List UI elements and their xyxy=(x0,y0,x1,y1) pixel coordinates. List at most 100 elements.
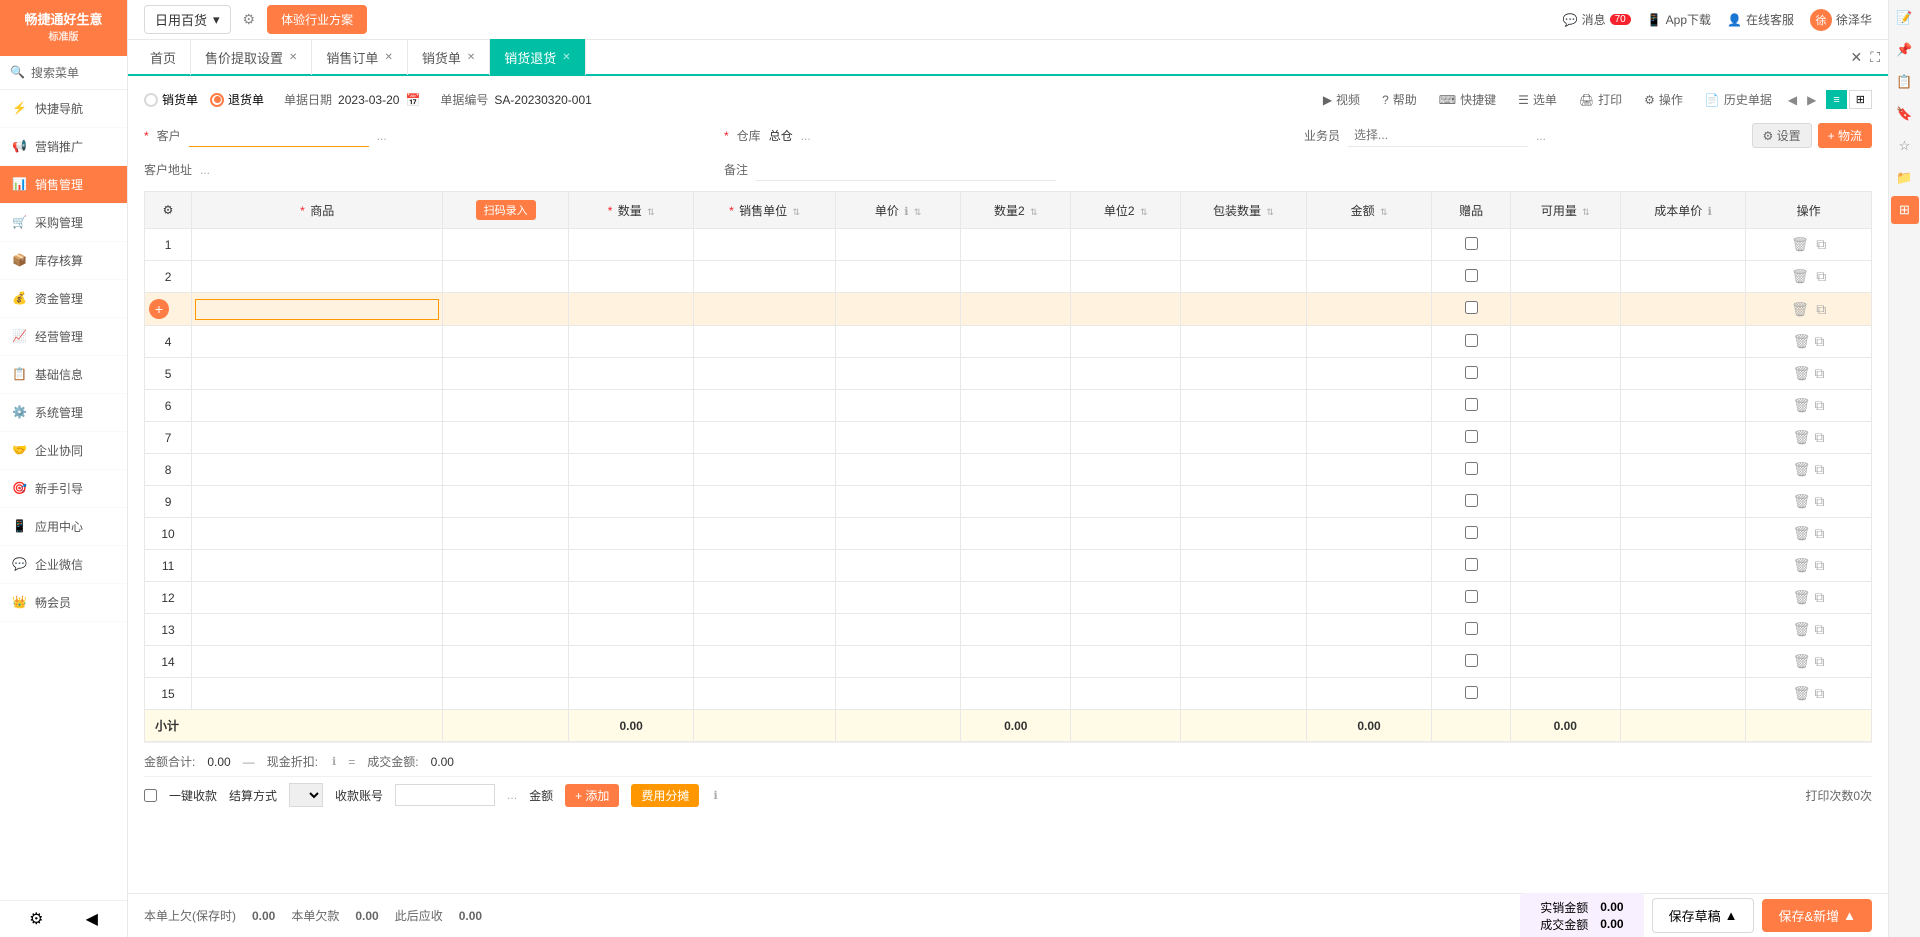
info-icon[interactable]: ℹ xyxy=(1708,206,1712,218)
delete-icon[interactable]: 🗑 xyxy=(1793,365,1811,381)
delete-icon[interactable]: 🗑 xyxy=(1793,525,1811,541)
delete-icon[interactable]: 🗑 xyxy=(1793,461,1811,477)
video-btn[interactable]: ▶ 视频 xyxy=(1317,88,1366,111)
sidebar-item-wechat[interactable]: 💬 企业微信 xyxy=(0,546,127,584)
delete-icon[interactable]: 🗑 xyxy=(1791,301,1809,317)
gift-checkbox[interactable] xyxy=(1465,269,1478,282)
avail-cell[interactable] xyxy=(1510,293,1620,326)
sidebar-item-sales[interactable]: 📊 销售管理 xyxy=(0,166,127,204)
customer-input[interactable] xyxy=(189,124,369,147)
avail-cell[interactable] xyxy=(1510,261,1620,293)
calendar-icon[interactable]: 📅 xyxy=(405,93,420,107)
unit2-cell[interactable] xyxy=(1071,229,1181,261)
sidebar-item-purchase[interactable]: 🛒 采购管理 xyxy=(0,204,127,242)
info-icon[interactable]: ℹ xyxy=(904,206,908,218)
sidebar-item-finance[interactable]: 💰 资金管理 xyxy=(0,280,127,318)
add-account-btn[interactable]: + 添加 xyxy=(565,784,619,807)
col-scan[interactable]: 扫码录入 xyxy=(443,192,569,229)
gift-checkbox[interactable] xyxy=(1465,494,1478,507)
delete-icon[interactable]: 🗑 xyxy=(1793,333,1811,349)
copy-icon[interactable]: ⧉ xyxy=(1815,685,1825,701)
shortcut-keys-btn[interactable]: ⌨ 快捷键 xyxy=(1433,88,1502,111)
history-btn[interactable]: 📄 历史单据 xyxy=(1699,88,1778,111)
amount-cell[interactable] xyxy=(1306,261,1432,293)
tab-maximize-icon[interactable]: ⛶ xyxy=(1870,49,1880,66)
unit-cell[interactable] xyxy=(694,261,835,293)
gift-checkbox[interactable] xyxy=(1465,237,1478,250)
pack-cell[interactable] xyxy=(1181,229,1307,261)
copy-icon[interactable]: ⧉ xyxy=(1815,557,1825,573)
scan-btn[interactable]: 扫码录入 xyxy=(476,200,536,220)
delete-icon[interactable]: 🗑 xyxy=(1793,653,1811,669)
sidebar-item-inventory[interactable]: 📦 库存核算 xyxy=(0,242,127,280)
sidebar-item-app[interactable]: 📱 应用中心 xyxy=(0,508,127,546)
close-icon[interactable]: ✕ xyxy=(384,52,392,63)
copy-icon[interactable]: ⧉ xyxy=(1816,268,1826,284)
gift-checkbox[interactable] xyxy=(1465,398,1478,411)
copy-icon[interactable]: ⧉ xyxy=(1815,429,1825,445)
fee-split-btn[interactable]: 费用分摊 xyxy=(631,784,699,807)
fee-info-icon[interactable]: ℹ xyxy=(713,789,717,802)
copy-icon[interactable]: ⧉ xyxy=(1815,461,1825,477)
sidebar-item-marketing[interactable]: 📢 营销推广 xyxy=(0,128,127,166)
gift-cell[interactable] xyxy=(1432,229,1511,261)
list-view-btn[interactable]: ≡ xyxy=(1826,90,1846,109)
app-download-btn[interactable]: 📱 App下载 xyxy=(1647,11,1711,28)
copy-icon[interactable]: ⧉ xyxy=(1815,493,1825,509)
add-row-btn[interactable]: + xyxy=(149,299,169,319)
delete-icon[interactable]: 🗑 xyxy=(1793,557,1811,573)
prev-record-icon[interactable]: ◀ xyxy=(1788,93,1797,107)
account-input[interactable] xyxy=(395,784,495,806)
gift-checkbox[interactable] xyxy=(1465,622,1478,635)
one-click-checkbox[interactable] xyxy=(144,789,157,802)
delete-icon[interactable]: 🗑 xyxy=(1791,236,1809,252)
select-order-btn[interactable]: ☰ 选单 xyxy=(1512,88,1563,111)
message-btn[interactable]: 💬 消息 70 xyxy=(1563,11,1631,28)
pack-cell[interactable] xyxy=(1181,261,1307,293)
qty2-cell[interactable] xyxy=(961,261,1071,293)
grid-view-btn[interactable]: ⊞ xyxy=(1849,90,1872,109)
qty-cell[interactable] xyxy=(568,293,694,326)
add-logistics-btn[interactable]: + 物流 xyxy=(1818,123,1872,148)
qty2-cell[interactable] xyxy=(961,293,1071,326)
online-service-btn[interactable]: 👤 在线客服 xyxy=(1727,11,1794,28)
copy-icon[interactable]: ⧉ xyxy=(1815,621,1825,637)
copy-icon[interactable]: ⧉ xyxy=(1815,365,1825,381)
unit2-cell[interactable] xyxy=(1071,293,1181,326)
tab-sales-return[interactable]: 销货退货 ✕ xyxy=(490,39,585,75)
gift-checkbox[interactable] xyxy=(1465,430,1478,443)
pack-cell[interactable] xyxy=(1181,293,1307,326)
gift-checkbox[interactable] xyxy=(1465,558,1478,571)
experience-btn[interactable]: 体验行业方案 xyxy=(267,5,367,34)
gift-cell[interactable] xyxy=(1432,293,1511,326)
cost-cell[interactable] xyxy=(1620,261,1746,293)
next-record-icon[interactable]: ▶ xyxy=(1807,93,1816,107)
remark-input[interactable] xyxy=(756,158,1056,181)
close-icon[interactable]: ✕ xyxy=(467,52,475,63)
price-cell[interactable] xyxy=(835,229,961,261)
copy-icon[interactable]: ⧉ xyxy=(1815,397,1825,413)
cost-cell[interactable] xyxy=(1620,293,1746,326)
qty-cell[interactable] xyxy=(568,261,694,293)
sidebar-item-shortcut[interactable]: ⚡ 快捷导航 xyxy=(0,90,127,128)
gift-checkbox[interactable] xyxy=(1465,686,1478,699)
panel-item-3[interactable]: 📋 xyxy=(1891,68,1919,96)
calc-method-select[interactable] xyxy=(289,783,323,807)
sidebar-item-cooperation[interactable]: 🤝 企业协同 xyxy=(0,432,127,470)
sidebar-logo[interactable]: 畅捷通好生意 标准版 xyxy=(0,0,127,56)
gift-checkbox[interactable] xyxy=(1465,654,1478,667)
radio-return[interactable]: 退货单 xyxy=(210,91,264,108)
save-new-btn[interactable]: 保存&新增 ▲ xyxy=(1762,899,1872,932)
delete-icon[interactable]: 🗑 xyxy=(1793,429,1811,445)
delete-icon[interactable]: 🗑 xyxy=(1793,397,1811,413)
delete-icon[interactable]: 🗑 xyxy=(1793,621,1811,637)
close-icon[interactable]: ✕ xyxy=(289,52,297,63)
info-icon[interactable]: ℹ xyxy=(332,755,336,768)
salesperson-input[interactable] xyxy=(1348,124,1528,147)
tab-sales-delivery[interactable]: 销货单 ✕ xyxy=(408,39,490,75)
gift-checkbox[interactable] xyxy=(1465,526,1478,539)
copy-icon[interactable]: ⧉ xyxy=(1815,333,1825,349)
panel-item-4[interactable]: 🔖 xyxy=(1891,100,1919,128)
gift-checkbox[interactable] xyxy=(1465,462,1478,475)
unit-cell[interactable] xyxy=(694,293,835,326)
